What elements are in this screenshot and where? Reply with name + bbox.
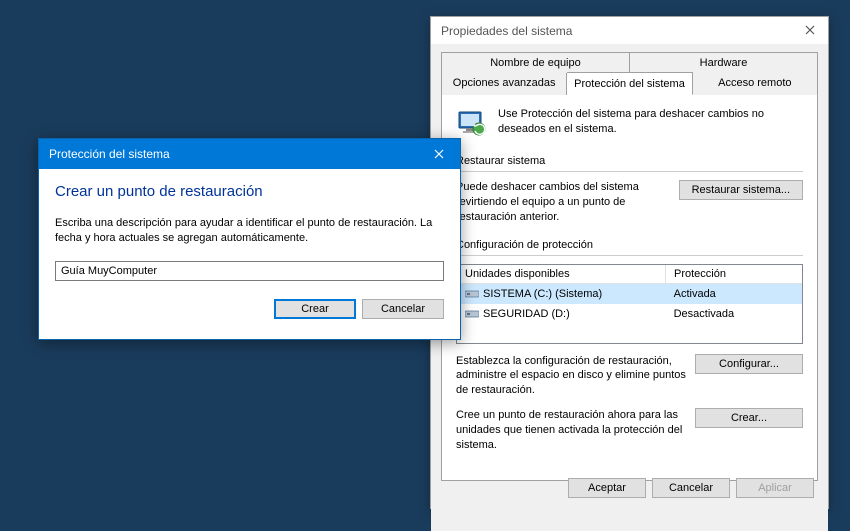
tab-remote-access[interactable]: Acceso remoto	[693, 73, 818, 95]
tab-advanced-options[interactable]: Opciones avanzadas	[441, 73, 567, 95]
create-heading: Crear un punto de restauración	[55, 183, 444, 200]
drive-status: Activada	[666, 286, 802, 302]
tab-content: Use Protección del sistema para deshacer…	[441, 95, 818, 481]
create-confirm-button[interactable]: Crear	[274, 299, 356, 319]
restore-row: Puede deshacer cambios del sistema revir…	[456, 180, 803, 225]
config-section-label: Configuración de protección	[456, 239, 803, 251]
tab-computer-name[interactable]: Nombre de equipo	[441, 52, 630, 73]
divider	[456, 255, 803, 256]
drive-name: SISTEMA (C:) (Sistema)	[483, 288, 602, 300]
intro-row: Use Protección del sistema para deshacer…	[456, 107, 803, 139]
drive-name: SEGURIDAD (D:)	[483, 308, 570, 320]
create-restore-point-dialog: Protección del sistema Crear un punto de…	[38, 138, 461, 340]
tab-row-top: Nombre de equipo Hardware	[441, 52, 818, 73]
configure-text: Establezca la configuración de restaurac…	[456, 354, 687, 399]
apply-button[interactable]: Aplicar	[736, 478, 814, 498]
create-title: Protección del sistema	[49, 147, 170, 161]
intro-text: Use Protección del sistema para deshacer…	[498, 107, 803, 139]
restore-section-label: Restaurar sistema	[456, 155, 803, 167]
props-body: Nombre de equipo Hardware Opciones avanz…	[431, 44, 828, 531]
cancel-button[interactable]: Cancelar	[652, 478, 730, 498]
table-row[interactable]: SISTEMA (C:) (Sistema) Activada	[457, 284, 802, 304]
description-input[interactable]	[55, 261, 444, 281]
create-button[interactable]: Crear...	[695, 408, 803, 428]
configure-button[interactable]: Configurar...	[695, 354, 803, 374]
drive-table-header: Unidades disponibles Protección	[457, 265, 802, 284]
system-properties-dialog: Propiedades del sistema Nombre de equipo…	[430, 16, 829, 509]
col-header-protection[interactable]: Protección	[666, 265, 802, 283]
col-header-drives[interactable]: Unidades disponibles	[457, 265, 666, 283]
drive-icon	[465, 289, 479, 299]
drive-status: Desactivada	[666, 306, 802, 322]
drive-table[interactable]: Unidades disponibles Protección SISTEMA …	[456, 264, 803, 344]
create-desc: Escriba una descripción para ayudar a id…	[55, 216, 444, 247]
tab-row-bottom: Opciones avanzadas Protección del sistem…	[441, 73, 818, 95]
monitor-icon	[456, 107, 488, 139]
divider	[456, 171, 803, 172]
restore-system-button[interactable]: Restaurar sistema...	[679, 180, 803, 200]
bottom-buttons: Aceptar Cancelar Aplicar	[568, 478, 814, 498]
tab-system-protection[interactable]: Protección del sistema	[567, 72, 692, 95]
create-row: Cree un punto de restauración ahora para…	[456, 408, 803, 453]
props-title: Propiedades del sistema	[441, 24, 572, 38]
configure-row: Establezca la configuración de restaurac…	[456, 354, 803, 399]
create-body: Crear un punto de restauración Escriba u…	[39, 169, 460, 339]
restore-text: Puede deshacer cambios del sistema revir…	[456, 180, 671, 225]
create-text: Cree un punto de restauración ahora para…	[456, 408, 687, 453]
create-buttons: Crear Cancelar	[55, 299, 444, 325]
ok-button[interactable]: Aceptar	[568, 478, 646, 498]
create-cancel-button[interactable]: Cancelar	[362, 299, 444, 319]
table-row[interactable]: SEGURIDAD (D:) Desactivada	[457, 304, 802, 324]
drive-icon	[465, 309, 479, 319]
create-title-bar[interactable]: Protección del sistema	[39, 139, 460, 169]
props-title-bar[interactable]: Propiedades del sistema	[431, 17, 828, 44]
close-icon[interactable]	[800, 20, 820, 40]
tab-hardware[interactable]: Hardware	[630, 52, 818, 73]
close-icon[interactable]	[418, 139, 460, 169]
